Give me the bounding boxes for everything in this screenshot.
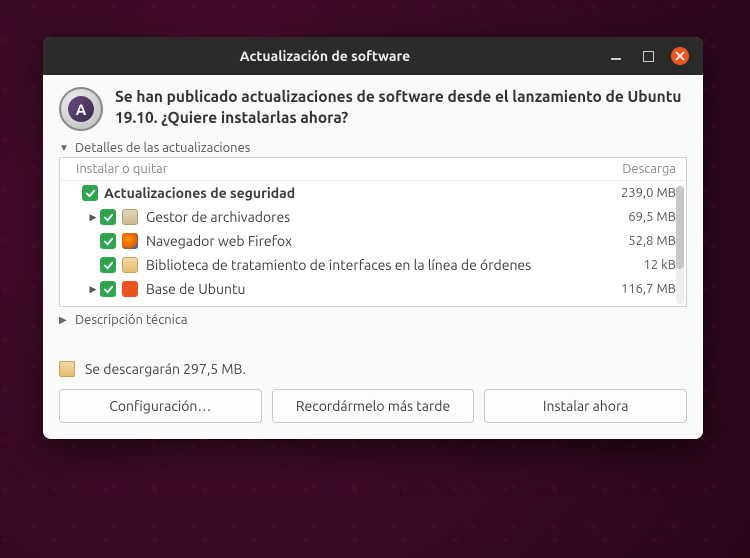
col-install-header[interactable]: Instalar o quitar [76,162,622,176]
list-item[interactable]: ▶ Base de Ubuntu116,7 MB [60,277,686,301]
window-controls [607,47,695,65]
ubuntu-icon [122,281,138,297]
tech-desc-expander[interactable]: Descripción técnica [59,313,687,327]
item-size: 116,7 MB [621,279,676,299]
item-label: Navegador web Firefox [146,231,628,251]
details-expander[interactable]: Detalles de las actualizaciones [59,141,687,155]
item-label: Gestor de archivadores [146,207,628,227]
firefox-icon [122,233,138,249]
list-item[interactable]: Biblioteca de tratamiento de interfaces … [60,253,686,277]
checkbox[interactable] [100,257,116,273]
details-label: Detalles de las actualizaciones [75,141,250,155]
maximize-button[interactable] [639,47,657,65]
install-now-button[interactable]: Instalar ahora [484,389,687,423]
remind-later-button[interactable]: Recordármelo más tarde [272,389,475,423]
content-area: A Se han publicado actualizaciones de so… [43,75,703,439]
updates-list: Instalar o quitar Descarga Actualizacion… [59,157,687,307]
item-label: Biblioteca de tratamiento de interfaces … [146,255,644,275]
checkbox[interactable] [100,233,116,249]
close-button[interactable] [671,47,689,65]
archive-icon [122,209,138,225]
item-size: 52,8 MB [628,231,676,251]
tech-desc-label: Descripción técnica [75,313,188,327]
expand-arrow-icon[interactable]: ▶ [86,279,100,299]
checkbox[interactable] [100,209,116,225]
list-item[interactable]: Navegador web Firefox52,8 MB [60,229,686,253]
headline-text: Se han publicado actualizaciones de soft… [115,87,687,129]
button-row: Configuración… Recordármelo más tarde In… [59,389,687,423]
chevron-right-icon [59,314,71,326]
settings-button[interactable]: Configuración… [59,389,262,423]
item-label: Actualizaciones de seguridad [104,183,621,203]
checkbox[interactable] [100,281,116,297]
package-icon [59,361,75,377]
list-item[interactable]: Actualizaciones de seguridad239,0 MB [60,181,686,205]
col-download-header[interactable]: Descarga [622,162,676,176]
minimize-button[interactable] [607,47,625,65]
item-size: 12 kB [644,255,676,275]
download-text: Se descargarán 297,5 MB. [85,361,246,377]
software-updater-icon: A [59,87,103,131]
download-summary: Se descargarán 297,5 MB. [59,361,687,377]
checkbox[interactable] [82,185,98,201]
item-size: 69,5 MB [628,207,676,227]
item-label: Base de Ubuntu [146,279,621,299]
list-item[interactable]: ▶ Gestor de archivadores69,5 MB [60,205,686,229]
library-icon [122,257,138,273]
update-window: Actualización de software A Se han publi… [43,37,703,439]
expand-arrow-icon[interactable]: ▶ [86,207,100,227]
header-row: A Se han publicado actualizaciones de so… [59,87,687,131]
window-title: Actualización de software [43,48,607,64]
scrollbar[interactable] [676,186,684,304]
list-rows: Actualizaciones de seguridad239,0 MB▶Ges… [60,181,686,301]
chevron-down-icon [59,142,71,154]
item-size: 239,0 MB [621,183,676,203]
list-header: Instalar o quitar Descarga [60,158,686,181]
scrollbar-thumb[interactable] [676,186,684,269]
titlebar: Actualización de software [43,37,703,75]
